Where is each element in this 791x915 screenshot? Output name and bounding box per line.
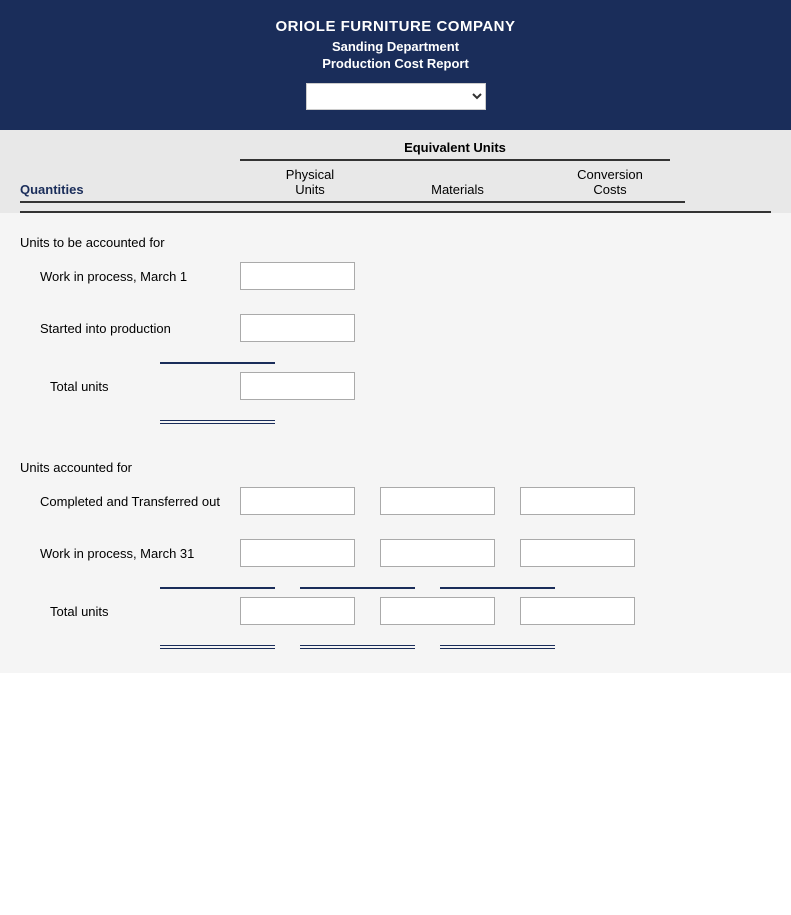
section-accounted-for: Units accounted for <box>20 460 771 475</box>
completed-transferred-label: Completed and Transferred out <box>20 494 240 509</box>
wip-march31-row: Work in process, March 31 <box>20 535 771 571</box>
total2-physical-input[interactable] <box>240 597 355 625</box>
report-dropdown[interactable] <box>306 83 486 110</box>
company-name: ORIOLE FURNITURE COMPANY <box>10 18 781 35</box>
completed-transferred-row: Completed and Transferred out <box>20 483 771 519</box>
report-header: ORIOLE FURNITURE COMPANY Sanding Departm… <box>0 0 791 130</box>
total-units-2-label: Total units <box>20 604 240 619</box>
column-headers: Equivalent Units Quantities Physical Uni… <box>0 130 791 213</box>
section-to-be-accounted: Units to be accounted for <box>20 235 771 250</box>
total-units-2-row: Total units <box>20 593 771 629</box>
wip-march31-label: Work in process, March 31 <box>20 546 240 561</box>
wip-march1-physical-input[interactable] <box>240 262 355 290</box>
wip31-materials-input[interactable] <box>380 539 495 567</box>
department-name: Sanding Department <box>10 39 781 54</box>
report-title: Production Cost Report <box>10 56 781 71</box>
materials-col-header: Materials <box>380 182 535 203</box>
total2-conversion-input[interactable] <box>520 597 635 625</box>
divider-after-total1 <box>20 420 771 424</box>
quantities-col-header: Quantities <box>20 182 240 203</box>
wip-march1-row: Work in process, March 1 <box>20 258 771 294</box>
divider-after-started <box>20 362 771 364</box>
equivalent-units-label: Equivalent Units <box>240 140 670 161</box>
divider-after-total2 <box>20 645 771 649</box>
total1-physical-input[interactable] <box>240 372 355 400</box>
started-physical-input[interactable] <box>240 314 355 342</box>
completed-physical-input[interactable] <box>240 487 355 515</box>
wip31-conversion-input[interactable] <box>520 539 635 567</box>
total-units-1-label: Total units <box>20 379 240 394</box>
physical-units-col-header: Physical Units <box>240 167 380 203</box>
wip31-physical-input[interactable] <box>240 539 355 567</box>
wip-march1-label: Work in process, March 1 <box>20 269 240 284</box>
completed-materials-input[interactable] <box>380 487 495 515</box>
conversion-costs-col-header: Conversion Costs <box>535 167 685 203</box>
content-area: Units to be accounted for Work in proces… <box>0 213 791 673</box>
completed-conversion-input[interactable] <box>520 487 635 515</box>
total-units-1-row: Total units <box>20 368 771 404</box>
started-production-row: Started into production <box>20 310 771 346</box>
total2-materials-input[interactable] <box>380 597 495 625</box>
started-production-label: Started into production <box>20 321 240 336</box>
divider-after-wip31 <box>20 587 771 589</box>
